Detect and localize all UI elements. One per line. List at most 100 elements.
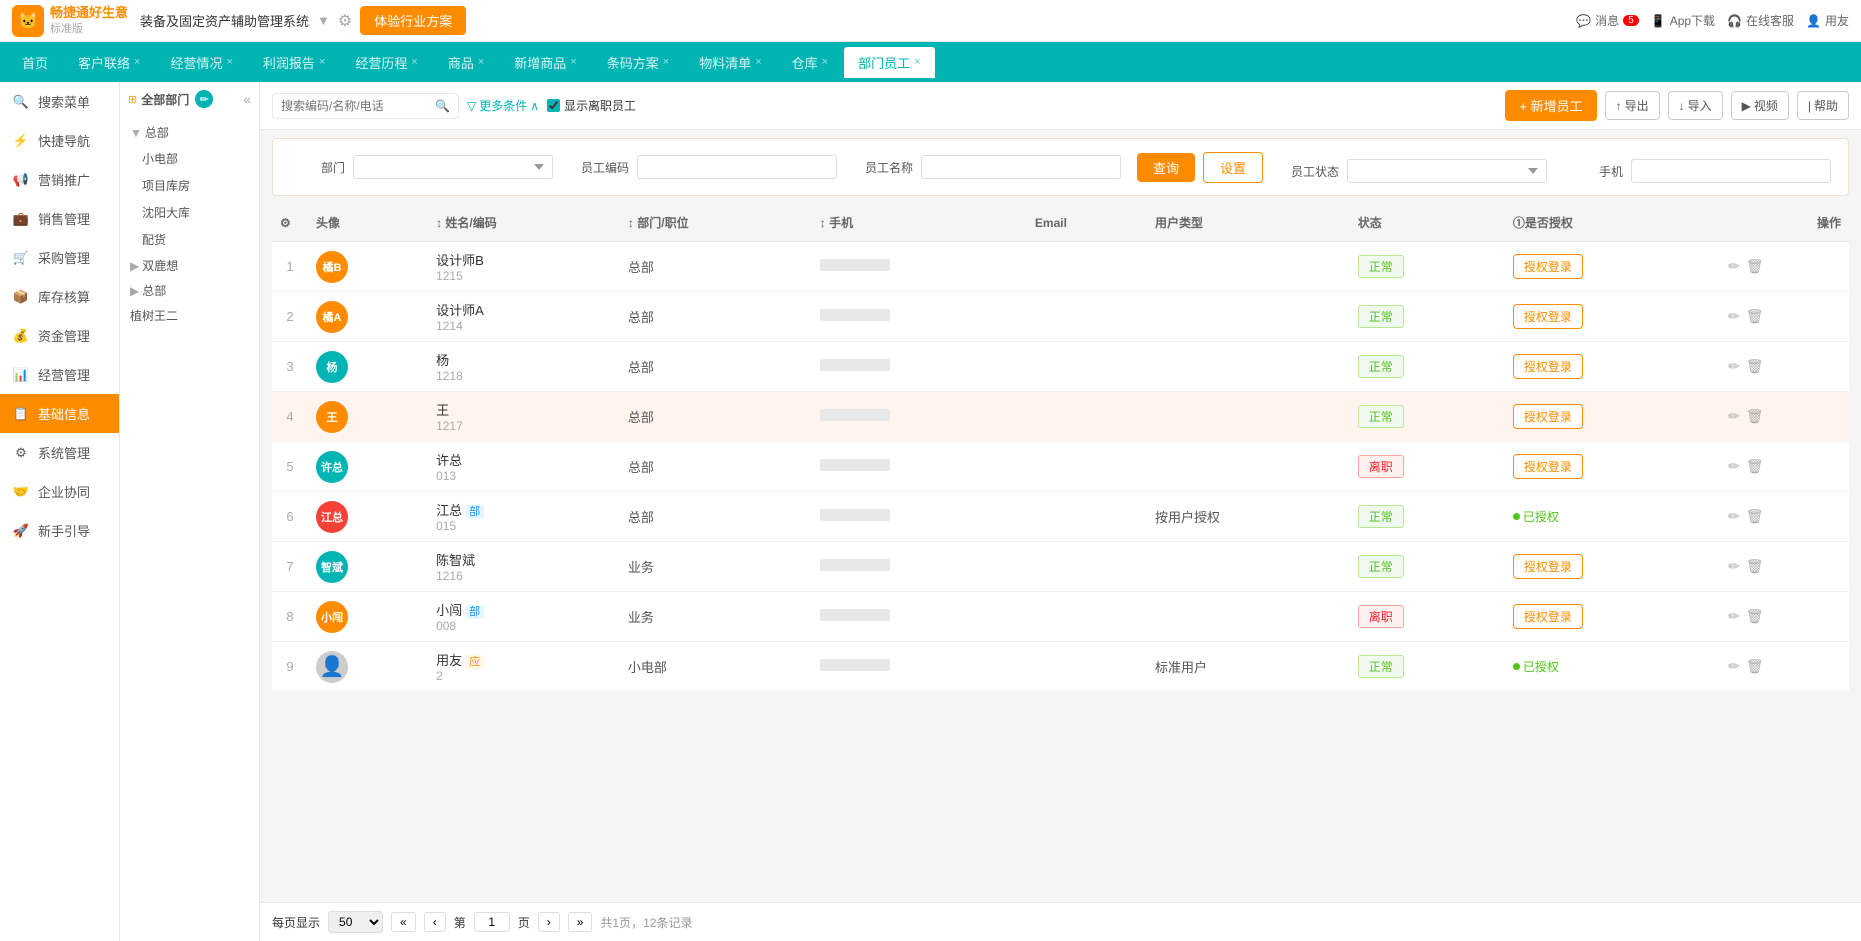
menu-item-销售管理[interactable]: 💼销售管理 xyxy=(0,199,119,238)
nav-tab-部门员工[interactable]: 部门员工× xyxy=(844,47,934,78)
view-btn[interactable]: ▶ 视频 xyxy=(1731,91,1789,120)
tab-close-icon[interactable]: × xyxy=(570,56,576,68)
last-page-btn[interactable]: » xyxy=(568,912,593,932)
nav-tab-新增商品[interactable]: 新增商品× xyxy=(500,47,590,78)
settings-filter-btn[interactable]: 设置 xyxy=(1203,152,1263,183)
menu-item-经营管理[interactable]: 📊经营管理 xyxy=(0,355,119,394)
tab-close-icon[interactable]: × xyxy=(319,56,325,68)
delete-btn[interactable]: 🗑 xyxy=(1746,258,1764,275)
edit-btn[interactable]: ✏ xyxy=(1728,658,1740,675)
auth-btn[interactable]: 授权登录 xyxy=(1513,254,1583,279)
nav-tab-条码方案[interactable]: 条码方案× xyxy=(593,47,683,78)
menu-item-新手引导[interactable]: 🚀新手引导 xyxy=(0,511,119,550)
auth-btn[interactable]: 授权登录 xyxy=(1513,304,1583,329)
per-page-select[interactable]: 50 100 xyxy=(328,911,383,933)
nav-tab-经营情况[interactable]: 经营情况× xyxy=(156,47,246,78)
dept-all-label[interactable]: 全部部门 xyxy=(141,91,189,108)
auth-btn[interactable]: 授权登录 xyxy=(1513,404,1583,429)
delete-btn[interactable]: 🗑 xyxy=(1746,508,1764,525)
import-btn[interactable]: ↓ 导入 xyxy=(1668,91,1723,120)
status-filter-select[interactable] xyxy=(1347,159,1547,183)
online-service-btn[interactable]: 🎧 在线客服 xyxy=(1727,12,1794,29)
menu-item-采购管理[interactable]: 🛒采购管理 xyxy=(0,238,119,277)
first-page-btn[interactable]: « xyxy=(391,912,416,932)
dept-child-xiaodian[interactable]: 小电部 xyxy=(120,145,259,172)
query-btn[interactable]: 查询 xyxy=(1137,153,1195,182)
col-name[interactable]: ↕ 姓名/编码 xyxy=(428,204,620,242)
col-dept[interactable]: ↕ 部门/职位 xyxy=(620,204,812,242)
delete-btn[interactable]: 🗑 xyxy=(1746,608,1764,625)
phone-filter-input[interactable] xyxy=(1631,159,1831,183)
auth-btn[interactable]: 授权登录 xyxy=(1513,604,1583,629)
col-phone[interactable]: ↕ 手机 xyxy=(812,204,1027,242)
dept-add-btn[interactable]: ✏ xyxy=(195,90,213,108)
export-btn[interactable]: ↑ 导出 xyxy=(1605,91,1660,120)
show-resigned-checkbox[interactable]: 显示离职员工 xyxy=(547,97,636,114)
col-settings[interactable]: ⚙ xyxy=(272,204,308,242)
dept-node-zhishu[interactable]: 植树王二 xyxy=(120,303,259,328)
nav-tab-商品[interactable]: 商品× xyxy=(434,47,498,78)
tab-close-icon[interactable]: × xyxy=(226,56,232,68)
edit-btn[interactable]: ✏ xyxy=(1728,358,1740,375)
app-download-btn[interactable]: 📱 App下载 xyxy=(1651,12,1715,29)
edit-btn[interactable]: ✏ xyxy=(1728,458,1740,475)
dept-filter-select[interactable] xyxy=(353,155,553,179)
dept-child-xiangmu[interactable]: 项目库房 xyxy=(120,172,259,199)
nav-tab-利润报告[interactable]: 利润报告× xyxy=(249,47,339,78)
user-btn[interactable]: 👤 用友 xyxy=(1806,12,1849,29)
edit-btn[interactable]: ✏ xyxy=(1728,258,1740,275)
dropdown-arrow-icon[interactable]: ▼ xyxy=(317,13,330,28)
delete-btn[interactable]: 🗑 xyxy=(1746,658,1764,675)
delete-btn[interactable]: 🗑 xyxy=(1746,358,1764,375)
dept-node-general[interactable]: ▼总部 xyxy=(120,120,259,145)
tab-close-icon[interactable]: × xyxy=(822,56,828,68)
edit-btn[interactable]: ✏ xyxy=(1728,308,1740,325)
nav-tab-仓库[interactable]: 仓库× xyxy=(778,47,842,78)
message-btn[interactable]: 💬 消息 5 xyxy=(1576,12,1639,29)
menu-item-系统管理[interactable]: ⚙系统管理 xyxy=(0,433,119,472)
edit-btn[interactable]: ✏ xyxy=(1728,508,1740,525)
add-employee-btn[interactable]: + 新增员工 xyxy=(1505,90,1596,121)
delete-btn[interactable]: 🗑 xyxy=(1746,408,1764,425)
tab-close-icon[interactable]: × xyxy=(914,56,920,68)
edit-btn[interactable]: ✏ xyxy=(1728,608,1740,625)
tab-close-icon[interactable]: × xyxy=(411,56,417,68)
empname-filter-input[interactable] xyxy=(921,155,1121,179)
empcode-filter-input[interactable] xyxy=(637,155,837,179)
search-input[interactable] xyxy=(281,99,431,113)
nav-tab-经营历程[interactable]: 经营历程× xyxy=(341,47,431,78)
tab-close-icon[interactable]: × xyxy=(755,56,761,68)
help-btn[interactable]: | 帮助 xyxy=(1797,91,1849,120)
experience-btn[interactable]: 体验行业方案 xyxy=(360,6,466,35)
auth-btn[interactable]: 授权登录 xyxy=(1513,454,1583,479)
dept-node-shuanglu[interactable]: ▶双鹿想 xyxy=(120,253,259,278)
dept-node-zongbu[interactable]: ▶总部 xyxy=(120,278,259,303)
settings-icon[interactable]: ⚙ xyxy=(338,11,352,31)
delete-btn[interactable]: 🗑 xyxy=(1746,458,1764,475)
dept-collapse-btn[interactable]: « xyxy=(243,91,251,107)
nav-tab-首页[interactable]: 首页 xyxy=(8,47,62,78)
edit-btn[interactable]: ✏ xyxy=(1728,408,1740,425)
tab-close-icon[interactable]: × xyxy=(478,56,484,68)
menu-item-资金管理[interactable]: 💰资金管理 xyxy=(0,316,119,355)
page-input[interactable] xyxy=(474,912,510,932)
nav-tab-客户联络[interactable]: 客户联络× xyxy=(64,47,154,78)
auth-btn[interactable]: 授权登录 xyxy=(1513,554,1583,579)
menu-item-搜索菜单[interactable]: 🔍搜索菜单 xyxy=(0,82,119,121)
edit-btn[interactable]: ✏ xyxy=(1728,558,1740,575)
delete-btn[interactable]: 🗑 xyxy=(1746,308,1764,325)
tab-close-icon[interactable]: × xyxy=(663,56,669,68)
dept-child-shenyang[interactable]: 沈阳大库 xyxy=(120,199,259,226)
more-conditions-btn[interactable]: ▽ 更多条件 ∧ xyxy=(467,97,539,114)
menu-item-营销推广[interactable]: 📢营销推广 xyxy=(0,160,119,199)
menu-item-企业协同[interactable]: 🤝企业协同 xyxy=(0,472,119,511)
menu-item-库存核算[interactable]: 📦库存核算 xyxy=(0,277,119,316)
nav-tab-物料清单[interactable]: 物料清单× xyxy=(685,47,775,78)
dept-child-peihuo[interactable]: 配货 xyxy=(120,226,259,253)
menu-item-快捷导航[interactable]: ⚡快捷导航 xyxy=(0,121,119,160)
tab-close-icon[interactable]: × xyxy=(134,56,140,68)
delete-btn[interactable]: 🗑 xyxy=(1746,558,1764,575)
prev-page-btn[interactable]: ‹ xyxy=(424,912,446,932)
menu-item-基础信息[interactable]: 📋基础信息 xyxy=(0,394,119,433)
auth-btn[interactable]: 授权登录 xyxy=(1513,354,1583,379)
